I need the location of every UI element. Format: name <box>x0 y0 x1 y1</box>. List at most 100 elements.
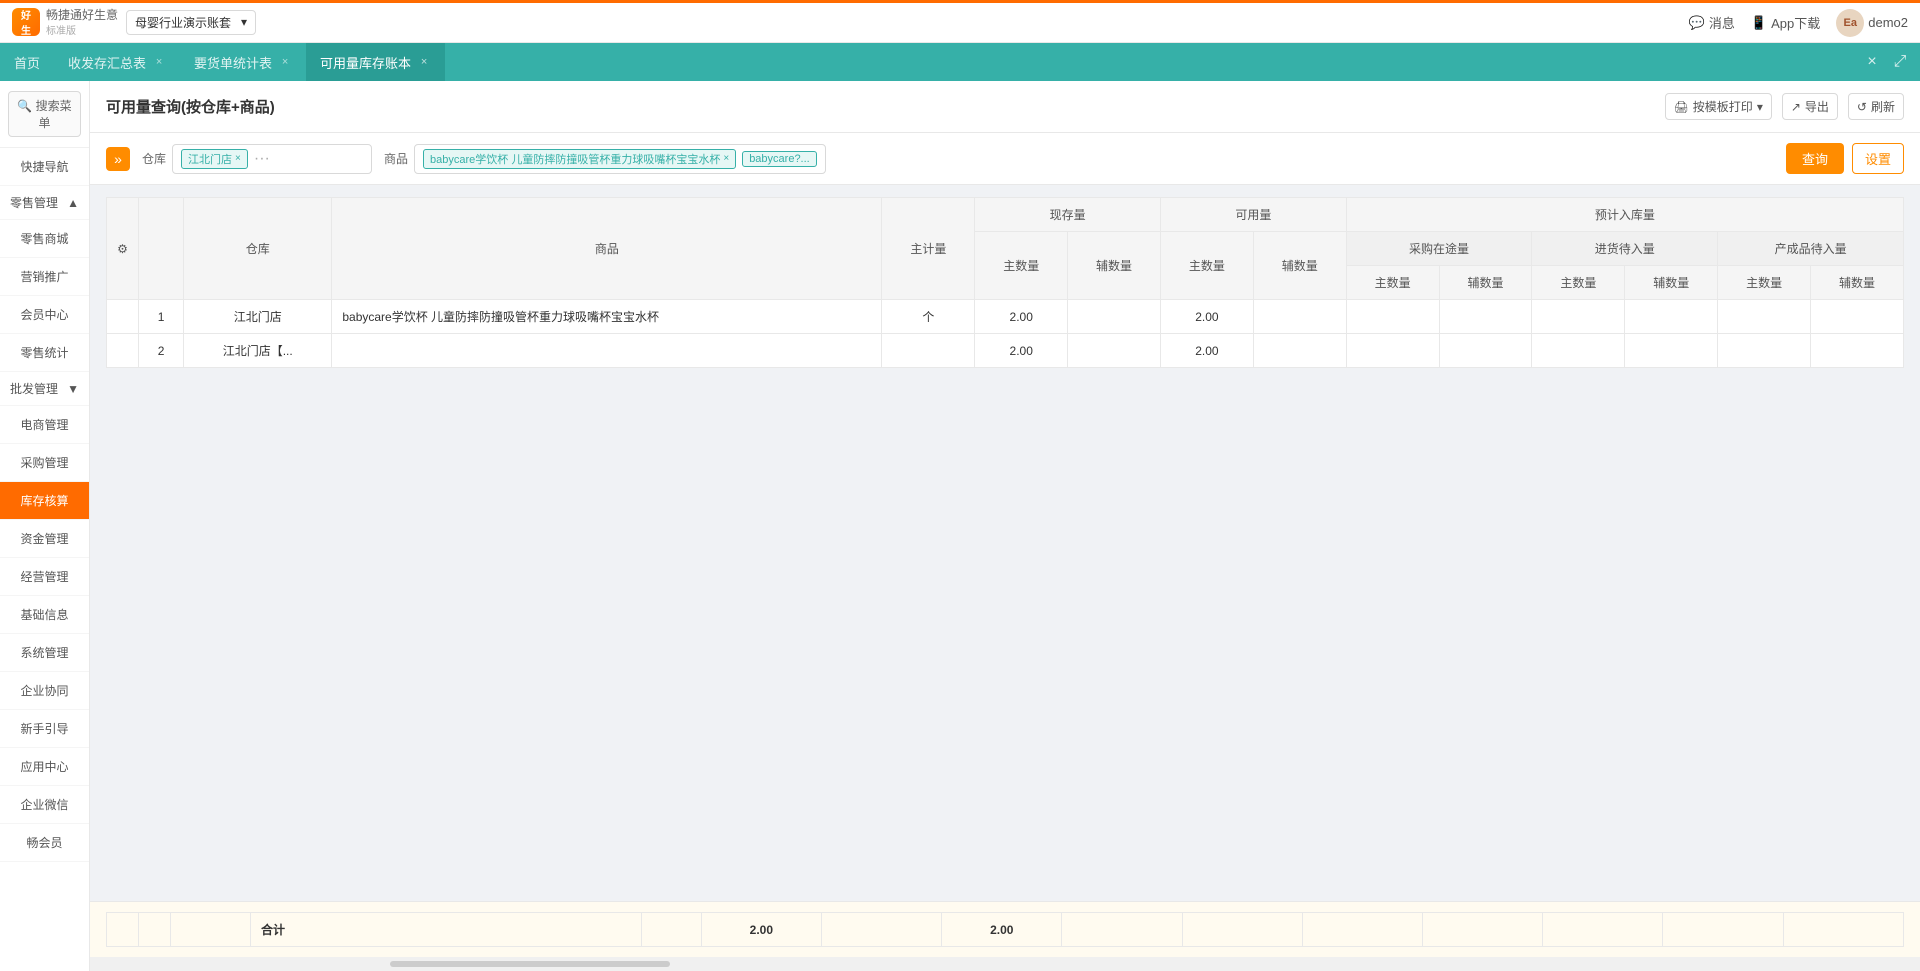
message-btn[interactable]: 💬 消息 <box>1689 13 1735 32</box>
sidebar-item-enterprise-wechat[interactable]: 企业微信 <box>0 786 89 824</box>
tab-order-stats-close[interactable]: × <box>278 55 292 69</box>
product-tag-0-close[interactable]: × <box>723 153 729 164</box>
sidebar-item-purchase-mgmt[interactable]: 采购管理 <box>0 444 89 482</box>
export-label: 导出 <box>1805 98 1829 115</box>
chevron-up-icon: ▲ <box>67 196 79 210</box>
tab-receipts[interactable]: 收发存汇总表 × <box>54 43 180 81</box>
sidebar-item-ecommerce-mgmt[interactable]: 电商管理 <box>0 406 89 444</box>
refresh-label: 刷新 <box>1871 98 1895 115</box>
row-avail-aux-1 <box>1253 334 1346 368</box>
sidebar-item-marketing[interactable]: 营销推广 <box>0 258 89 296</box>
print-icon: 🖨 <box>1674 100 1689 114</box>
row-stock-aux-1 <box>1068 334 1161 368</box>
footer-label: 合计 <box>251 913 642 947</box>
tab-expand-btn[interactable]: ⤢ <box>1888 50 1912 74</box>
tab-available-stock[interactable]: 可用量库存账本 × <box>306 43 445 81</box>
footer-empty-4 <box>641 913 701 947</box>
sidebar-item-ecommerce-mgmt-label: 电商管理 <box>20 416 68 433</box>
logo-text-area: 畅捷通好生意 标准版 <box>46 8 118 37</box>
query-button[interactable]: 查询 <box>1786 143 1844 174</box>
user-area[interactable]: Ea demo2 <box>1836 9 1908 37</box>
page-header: 可用量查询(按仓库+商品) 🖨 按模板打印 ▾ ↗ 导出 ↺ 刷新 <box>90 81 1920 133</box>
sidebar-item-ops-mgmt[interactable]: 经营管理 <box>0 558 89 596</box>
footer-incoming-aux <box>1543 913 1663 947</box>
tab-close-all-btn[interactable]: × <box>1860 50 1884 74</box>
col-index <box>139 198 184 300</box>
sidebar-item-member-center[interactable]: 会员中心 <box>0 296 89 334</box>
footer-product-aux <box>1783 913 1903 947</box>
sidebar-item-finance-mgmt-label: 资金管理 <box>20 530 68 547</box>
col-settings[interactable]: ⚙ <box>107 198 139 300</box>
row-unit-1 <box>882 334 975 368</box>
refresh-btn[interactable]: ↺ 刷新 <box>1848 93 1904 120</box>
warehouse-more-btn[interactable]: ··· <box>254 150 270 168</box>
avatar-initials: Ea <box>1844 17 1857 29</box>
table-footer: 合计 2.00 2.00 <box>90 901 1920 957</box>
sidebar-item-new-guide[interactable]: 新手引导 <box>0 710 89 748</box>
tab-nav-right: × ⤢ <box>1860 50 1920 74</box>
sidebar-item-wholesale-mgmt-label: 批发管理 <box>10 380 58 397</box>
logo-line1: 畅捷通好生意 <box>46 8 118 22</box>
warehouse-tag-close[interactable]: × <box>235 153 241 164</box>
industry-selector[interactable]: 母婴行业演示账套 ▾ <box>126 10 256 35</box>
warehouse-tag-0[interactable]: 江北门店 × <box>181 149 248 169</box>
product-tag-1[interactable]: babycare?... <box>742 151 817 167</box>
product-tag-0[interactable]: babycare学饮杯 儿童防摔防撞吸管杯重力球吸嘴杯宝宝水杯 × <box>423 149 736 169</box>
sidebar-item-vip-member[interactable]: 畅会员 <box>0 824 89 862</box>
search-menu-btn[interactable]: 🔍 搜索菜单 <box>8 91 81 137</box>
page-header-actions: 🖨 按模板打印 ▾ ↗ 导出 ↺ 刷新 <box>1665 93 1904 132</box>
template-print-btn[interactable]: 🖨 按模板打印 ▾ <box>1665 93 1772 120</box>
tab-home[interactable]: 首页 <box>0 43 54 81</box>
table-row[interactable]: 2 江北门店【... 2.00 2.00 <box>107 334 1904 368</box>
sidebar-item-retail-mall[interactable]: 零售商城 <box>0 220 89 258</box>
settings-button[interactable]: 设置 <box>1852 143 1904 174</box>
chevron-down-icon: ▾ <box>1757 100 1763 114</box>
product-input[interactable]: babycare学饮杯 儿童防摔防撞吸管杯重力球吸嘴杯宝宝水杯 × babyca… <box>414 144 826 174</box>
filter-toggle-btn[interactable]: » <box>106 147 130 171</box>
tab-available-stock-close[interactable]: × <box>417 55 431 69</box>
sidebar-item-app-center[interactable]: 应用中心 <box>0 748 89 786</box>
logo-area: 好生 畅捷通好生意 标准版 <box>12 8 118 37</box>
sidebar-item-retail-stats[interactable]: 零售统计 <box>0 334 89 372</box>
sidebar-item-system-mgmt[interactable]: 系统管理 <box>0 634 89 672</box>
table-container[interactable]: ⚙ 仓库 商品 主计量 现存量 可用量 预计入库量 主数量 辅数量 主数量 辅数… <box>90 185 1920 901</box>
sidebar-item-basic-info[interactable]: 基础信息 <box>0 596 89 634</box>
table-row[interactable]: 1 江北门店 babycare学饮杯 儿童防摔防撞吸管杯重力球吸嘴杯宝宝水杯 个… <box>107 300 1904 334</box>
sidebar-item-quick-nav[interactable]: 快捷导航 <box>0 148 89 186</box>
header-right: 💬 消息 📱 App下载 Ea demo2 <box>1689 9 1908 37</box>
row-index-0: 1 <box>139 300 184 334</box>
horizontal-scrollbar[interactable] <box>90 957 1920 971</box>
sidebar-item-enterprise-collab[interactable]: 企业协同 <box>0 672 89 710</box>
tab-available-stock-label: 可用量库存账本 <box>320 53 411 72</box>
col-current-stock-group: 现存量 <box>975 198 1161 232</box>
sidebar-item-inventory-check[interactable]: 库存核算 <box>0 482 89 520</box>
footer-stock-main: 2.00 <box>701 913 821 947</box>
col-product-pending-group: 产成品待入量 <box>1718 232 1904 266</box>
sidebar-item-finance-mgmt[interactable]: 资金管理 <box>0 520 89 558</box>
sidebar-item-wholesale-mgmt[interactable]: 批发管理 ▼ <box>0 372 89 406</box>
row-product-1 <box>332 334 882 368</box>
row-product-main-0 <box>1718 300 1811 334</box>
tab-receipts-close[interactable]: × <box>152 55 166 69</box>
tab-nav: 首页 收发存汇总表 × 要货单统计表 × 可用量库存账本 × × ⤢ <box>0 43 1920 81</box>
content-area: 可用量查询(按仓库+商品) 🖨 按模板打印 ▾ ↗ 导出 ↺ 刷新 <box>90 81 1920 971</box>
sidebar-item-retail-mgmt[interactable]: 零售管理 ▲ <box>0 186 89 220</box>
row-p-transit-aux-1 <box>1439 334 1532 368</box>
warehouse-filter-field: 仓库 江北门店 × ··· <box>142 144 372 174</box>
tab-order-stats[interactable]: 要货单统计表 × <box>180 43 306 81</box>
export-btn[interactable]: ↗ 导出 <box>1782 93 1838 120</box>
row-stock-main-0: 2.00 <box>975 300 1068 334</box>
refresh-icon: ↺ <box>1857 100 1867 114</box>
sidebar-item-member-center-label: 会员中心 <box>20 306 68 323</box>
scroll-thumb[interactable] <box>390 961 670 967</box>
app-download-btn[interactable]: 📱 App下载 <box>1751 13 1820 32</box>
avatar: Ea <box>1836 9 1864 37</box>
product-label: 商品 <box>384 150 408 167</box>
warehouse-input[interactable]: 江北门店 × ··· <box>172 144 372 174</box>
footer-p-transit-aux <box>1302 913 1422 947</box>
sidebar-item-enterprise-wechat-label: 企业微信 <box>20 796 68 813</box>
row-avail-main-1: 2.00 <box>1160 334 1253 368</box>
footer-incoming-main <box>1423 913 1543 947</box>
row-stock-aux-0 <box>1068 300 1161 334</box>
footer-stock-aux <box>821 913 941 947</box>
